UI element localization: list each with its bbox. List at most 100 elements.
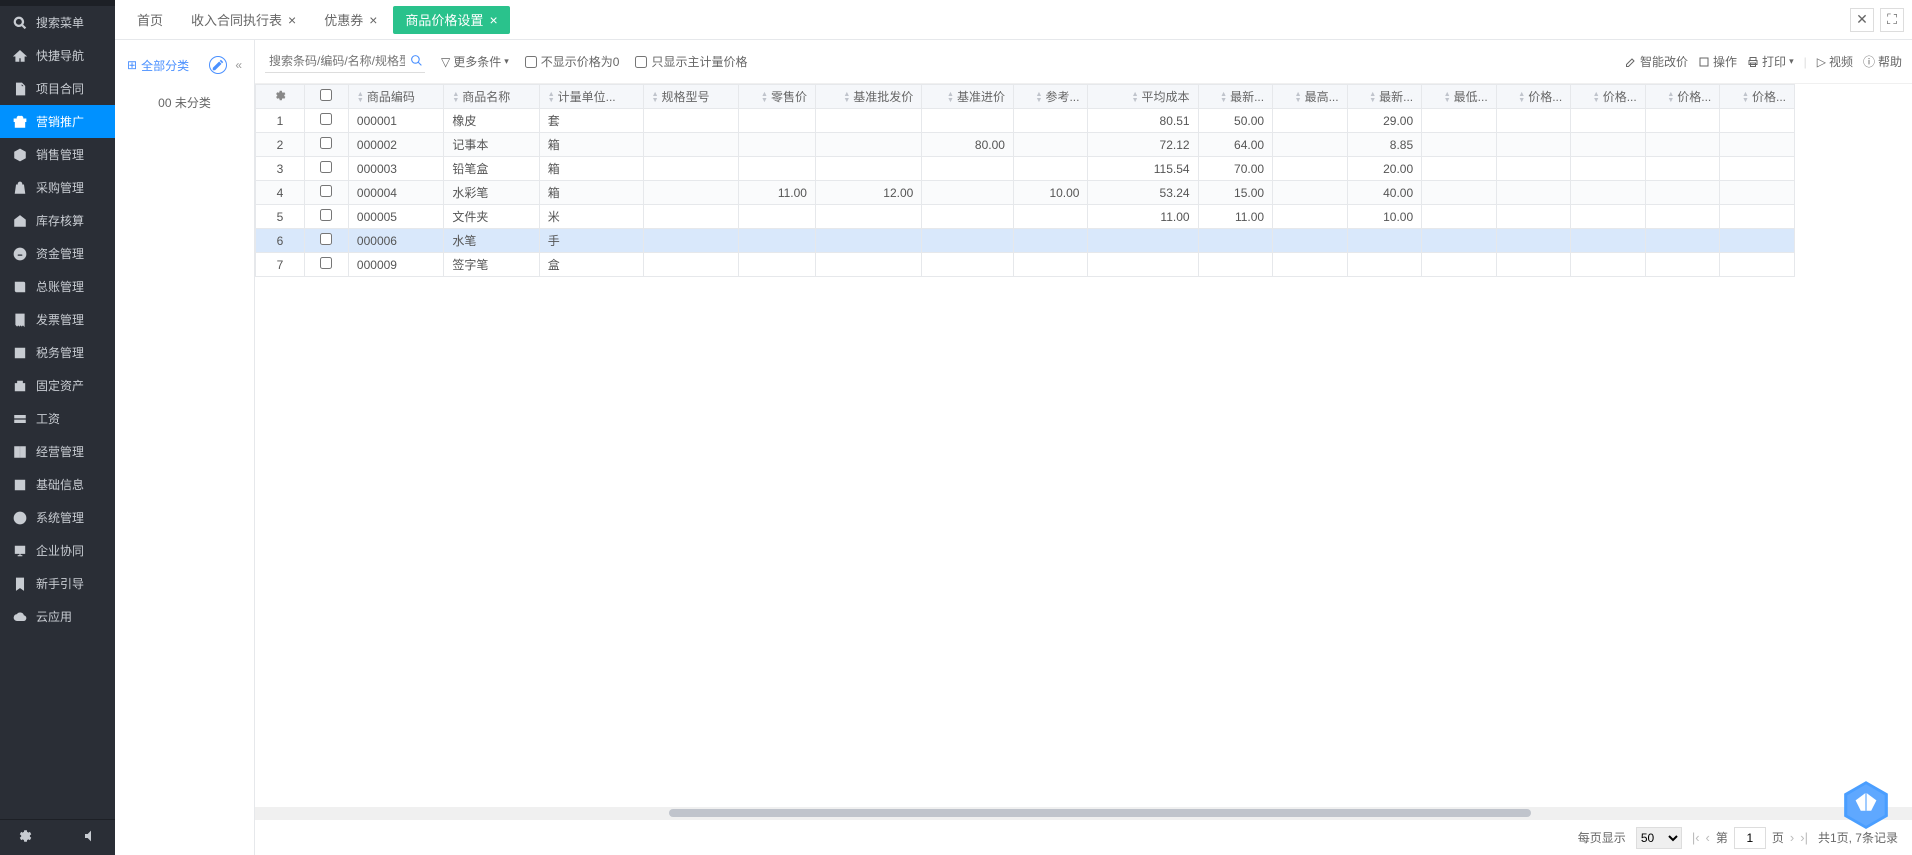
cell-p4[interactable] (1720, 133, 1795, 157)
cell-ref[interactable] (1013, 253, 1088, 277)
table-row[interactable]: 1000001橡皮套80.5150.0029.00 (256, 109, 1795, 133)
cell-p4[interactable] (1720, 205, 1795, 229)
cell-whole[interactable] (815, 253, 921, 277)
sidebar-item-6[interactable]: 库存核算 (0, 204, 115, 237)
cell-ref[interactable] (1013, 109, 1088, 133)
cell-p2[interactable] (1571, 109, 1646, 133)
close-icon[interactable]: × (369, 12, 377, 28)
tab-0[interactable]: 首页 (125, 6, 175, 34)
sidebar-item-8[interactable]: 总账管理 (0, 270, 115, 303)
cell-p1[interactable] (1496, 205, 1571, 229)
close-all-tabs-button[interactable]: ✕ (1850, 8, 1874, 32)
sidebar-item-2[interactable]: 项目合同 (0, 72, 115, 105)
col-latest2[interactable]: 最新... (1347, 85, 1422, 109)
hide-zero-checkbox[interactable]: 不显示价格为0 (525, 53, 620, 70)
cell-pur[interactable] (922, 205, 1014, 229)
col-settings[interactable] (256, 85, 305, 109)
sidebar-item-5[interactable]: 采购管理 (0, 171, 115, 204)
table-row[interactable]: 7000009签字笔盒 (256, 253, 1795, 277)
prev-page-button[interactable]: ‹ (1706, 830, 1710, 845)
cell-p2[interactable] (1571, 133, 1646, 157)
tab-2[interactable]: 优惠券× (312, 6, 389, 34)
last-page-button[interactable]: ›| (1800, 830, 1808, 845)
fullscreen-button[interactable]: ⛶ (1880, 8, 1904, 32)
cell-p3[interactable] (1645, 133, 1720, 157)
sidebar-item-16[interactable]: 企业协同 (0, 534, 115, 567)
cell-whole[interactable]: 12.00 (815, 181, 921, 205)
col-max[interactable]: 最高... (1273, 85, 1348, 109)
cell-p1[interactable] (1496, 133, 1571, 157)
cell-p4[interactable] (1720, 109, 1795, 133)
table-row[interactable]: 3000003铅笔盒箱115.5470.0020.00 (256, 157, 1795, 181)
cell-pur[interactable] (922, 109, 1014, 133)
sidebar-item-4[interactable]: 销售管理 (0, 138, 115, 171)
cell-p4[interactable] (1720, 157, 1795, 181)
col-unit[interactable]: 计量单位... (539, 85, 643, 109)
collapse-panel-icon[interactable]: « (235, 58, 242, 72)
cell-p3[interactable] (1645, 181, 1720, 205)
cell-p1[interactable] (1496, 181, 1571, 205)
col-p3[interactable]: 价格... (1645, 85, 1720, 109)
grid-scroll[interactable]: 商品编码 商品名称 计量单位... 规格型号 零售价 基准批发价 基准进价 参考… (255, 84, 1912, 807)
help-button[interactable]: ⓘ 帮助 (1863, 53, 1902, 70)
cell-retail[interactable] (738, 205, 815, 229)
cell-pur[interactable] (922, 157, 1014, 181)
table-row[interactable]: 4000004水彩笔箱11.0012.0010.0053.2415.0040.0… (256, 181, 1795, 205)
cell-p2[interactable] (1571, 253, 1646, 277)
smart-price-button[interactable]: 智能改价 (1625, 53, 1688, 70)
cell-p1[interactable] (1496, 157, 1571, 181)
first-page-button[interactable]: |‹ (1692, 830, 1700, 845)
col-avg-cost[interactable]: 平均成本 (1088, 85, 1198, 109)
cell-ref[interactable]: 10.00 (1013, 181, 1088, 205)
only-main-checkbox[interactable]: 只显示主计量价格 (635, 53, 747, 70)
page-number-input[interactable] (1734, 827, 1766, 849)
cell-retail[interactable] (738, 133, 815, 157)
cell-whole[interactable] (815, 229, 921, 253)
cell-ref[interactable] (1013, 133, 1088, 157)
tab-1[interactable]: 收入合同执行表× (179, 6, 308, 34)
horizontal-scrollbar[interactable] (255, 807, 1912, 819)
settings-icon[interactable] (16, 828, 32, 847)
sidebar-item-14[interactable]: 基础信息 (0, 468, 115, 501)
sidebar-item-13[interactable]: 经营管理 (0, 435, 115, 468)
cell-retail[interactable] (738, 157, 815, 181)
sidebar-item-12[interactable]: 工资 (0, 402, 115, 435)
close-icon[interactable]: × (288, 12, 296, 28)
cell-whole[interactable] (815, 133, 921, 157)
more-conditions-button[interactable]: ▽ 更多条件 ▾ (441, 53, 509, 70)
cell-ref[interactable] (1013, 205, 1088, 229)
sidebar-item-18[interactable]: 云应用 (0, 600, 115, 633)
next-page-button[interactable]: › (1790, 830, 1794, 845)
cell-p3[interactable] (1645, 253, 1720, 277)
search-input[interactable] (265, 50, 425, 73)
cell-p1[interactable] (1496, 229, 1571, 253)
col-p4[interactable]: 价格... (1720, 85, 1795, 109)
cell-p3[interactable] (1645, 229, 1720, 253)
cell-p4[interactable] (1720, 181, 1795, 205)
cell-p3[interactable] (1645, 205, 1720, 229)
col-min[interactable]: 最低... (1422, 85, 1497, 109)
col-wholesale[interactable]: 基准批发价 (815, 85, 921, 109)
table-row[interactable]: 6000006水笔手 (256, 229, 1795, 253)
row-checkbox[interactable] (304, 181, 348, 205)
sidebar-item-7[interactable]: 资金管理 (0, 237, 115, 270)
sidebar-item-0[interactable]: 搜索菜单 (0, 6, 115, 39)
row-checkbox[interactable] (304, 133, 348, 157)
all-categories-button[interactable]: ⊞ 全部分类 (127, 57, 189, 74)
scroll-thumb[interactable] (669, 809, 1531, 817)
cell-p1[interactable] (1496, 253, 1571, 277)
sidebar-item-3[interactable]: 营销推广 (0, 105, 115, 138)
col-latest[interactable]: 最新... (1198, 85, 1273, 109)
cell-p4[interactable] (1720, 229, 1795, 253)
cell-p2[interactable] (1571, 181, 1646, 205)
sidebar-item-1[interactable]: 快捷导航 (0, 39, 115, 72)
col-name[interactable]: 商品名称 (444, 85, 539, 109)
row-checkbox[interactable] (304, 157, 348, 181)
cell-ref[interactable] (1013, 157, 1088, 181)
cell-p3[interactable] (1645, 109, 1720, 133)
print-button[interactable]: 打印 ▾ (1747, 53, 1794, 70)
col-p2[interactable]: 价格... (1571, 85, 1646, 109)
col-reference[interactable]: 参考... (1013, 85, 1088, 109)
cell-whole[interactable] (815, 109, 921, 133)
cell-pur[interactable] (922, 229, 1014, 253)
